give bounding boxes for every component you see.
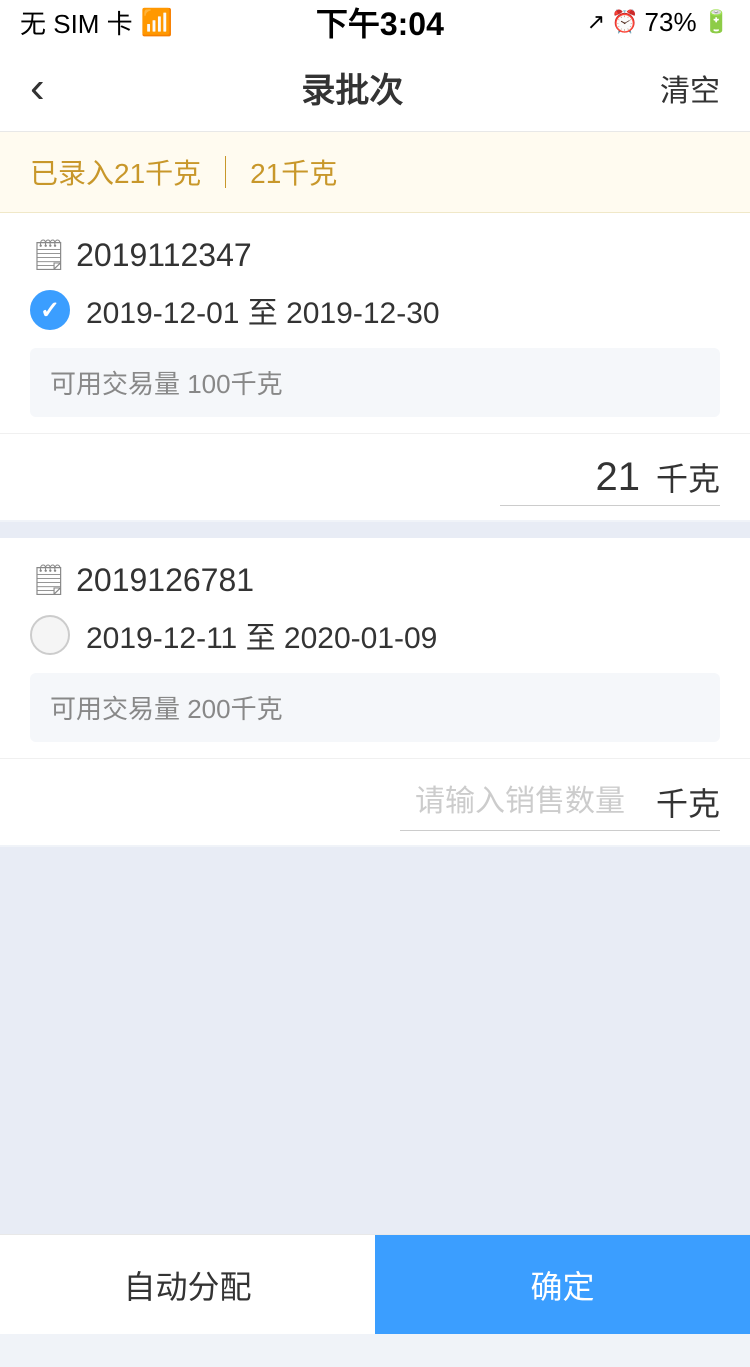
- batch-available-1: 可用交易量 100千克: [30, 348, 720, 417]
- batch-date-1: 2019-12-01 至 2019-12-30: [86, 288, 440, 332]
- status-time: 下午3:04: [316, 0, 444, 45]
- clear-button[interactable]: 清空: [660, 66, 720, 110]
- confirm-button[interactable]: 确定: [375, 1235, 750, 1334]
- batch-amount-unit-1: 千克: [656, 454, 720, 500]
- quantity-input-2[interactable]: [260, 785, 640, 819]
- batch-date-2: 2019-12-11 至 2020-01-09: [86, 613, 437, 657]
- radio-unselected-2[interactable]: [30, 615, 70, 655]
- batch-input-unit-2: 千克: [656, 779, 720, 825]
- section-separator-1: [0, 522, 750, 538]
- batch-card-1: 🗒 2019112347 ✓ 2019-12-01 至 2019-12-30 可…: [0, 213, 750, 520]
- doc-icon-1: 🗒: [30, 238, 68, 273]
- battery-icon: 🔋: [703, 9, 730, 35]
- checkmark-icon-1: ✓: [40, 296, 60, 325]
- bottom-bar: 自动分配 确定: [0, 1234, 750, 1334]
- batch-id-2: 2019126781: [76, 562, 254, 599]
- status-bar: 无 SIM 卡 📶 下午3:04 ↗ ⏰ 73% 🔋: [0, 0, 750, 44]
- status-right: ↗ ⏰ 73% 🔋: [587, 7, 730, 38]
- gray-area: [0, 847, 750, 1267]
- page: 无 SIM 卡 📶 下午3:04 ↗ ⏰ 73% 🔋 ‹ 录批次 清空 已录入2…: [0, 0, 750, 1367]
- batch-available-2: 可用交易量 200千克: [30, 673, 720, 742]
- batch-card-2-inner: 🗒 2019126781 2019-12-11 至 2020-01-09 可用交…: [0, 538, 750, 742]
- content-area: 🗒 2019112347 ✓ 2019-12-01 至 2019-12-30 可…: [0, 213, 750, 1367]
- batch-id-row-1: 🗒 2019112347: [30, 237, 720, 274]
- recorded-value: 21千克: [250, 152, 337, 192]
- nav-bar: ‹ 录批次 清空: [0, 44, 750, 132]
- batch-date-row-1: ✓ 2019-12-01 至 2019-12-30: [30, 288, 720, 332]
- back-button[interactable]: ‹: [30, 63, 45, 113]
- batch-input-row-2: 千克: [0, 758, 750, 845]
- input-underline-2: [400, 830, 720, 831]
- batch-card-1-inner: 🗒 2019112347 ✓ 2019-12-01 至 2019-12-30 可…: [0, 213, 750, 417]
- batch-id-1: 2019112347: [76, 237, 252, 274]
- batch-amount-value-1: 21: [595, 455, 640, 500]
- info-banner: 已录入21千克 21千克: [0, 132, 750, 213]
- radio-selected-1[interactable]: ✓: [30, 290, 70, 330]
- batch-id-row-2: 🗒 2019126781: [30, 562, 720, 599]
- auto-distribute-button[interactable]: 自动分配: [0, 1235, 375, 1334]
- alarm-icon: ⏰: [611, 9, 638, 35]
- batch-date-row-2: 2019-12-11 至 2020-01-09: [30, 613, 720, 657]
- no-sim-text: 无 SIM 卡: [20, 4, 133, 41]
- status-left: 无 SIM 卡 📶: [20, 4, 173, 41]
- location-icon: ↗: [587, 9, 605, 35]
- doc-icon-2: 🗒: [30, 563, 68, 598]
- batch-card-2: 🗒 2019126781 2019-12-11 至 2020-01-09 可用交…: [0, 538, 750, 845]
- wifi-icon: 📶: [141, 7, 173, 38]
- batch-amount-row-1: 21 千克: [0, 433, 750, 520]
- banner-divider: [225, 156, 226, 188]
- amount-underline-1: [500, 505, 720, 506]
- page-title: 录批次: [301, 63, 403, 112]
- recorded-label: 已录入21千克: [30, 152, 201, 192]
- battery-text: 73%: [645, 7, 697, 38]
